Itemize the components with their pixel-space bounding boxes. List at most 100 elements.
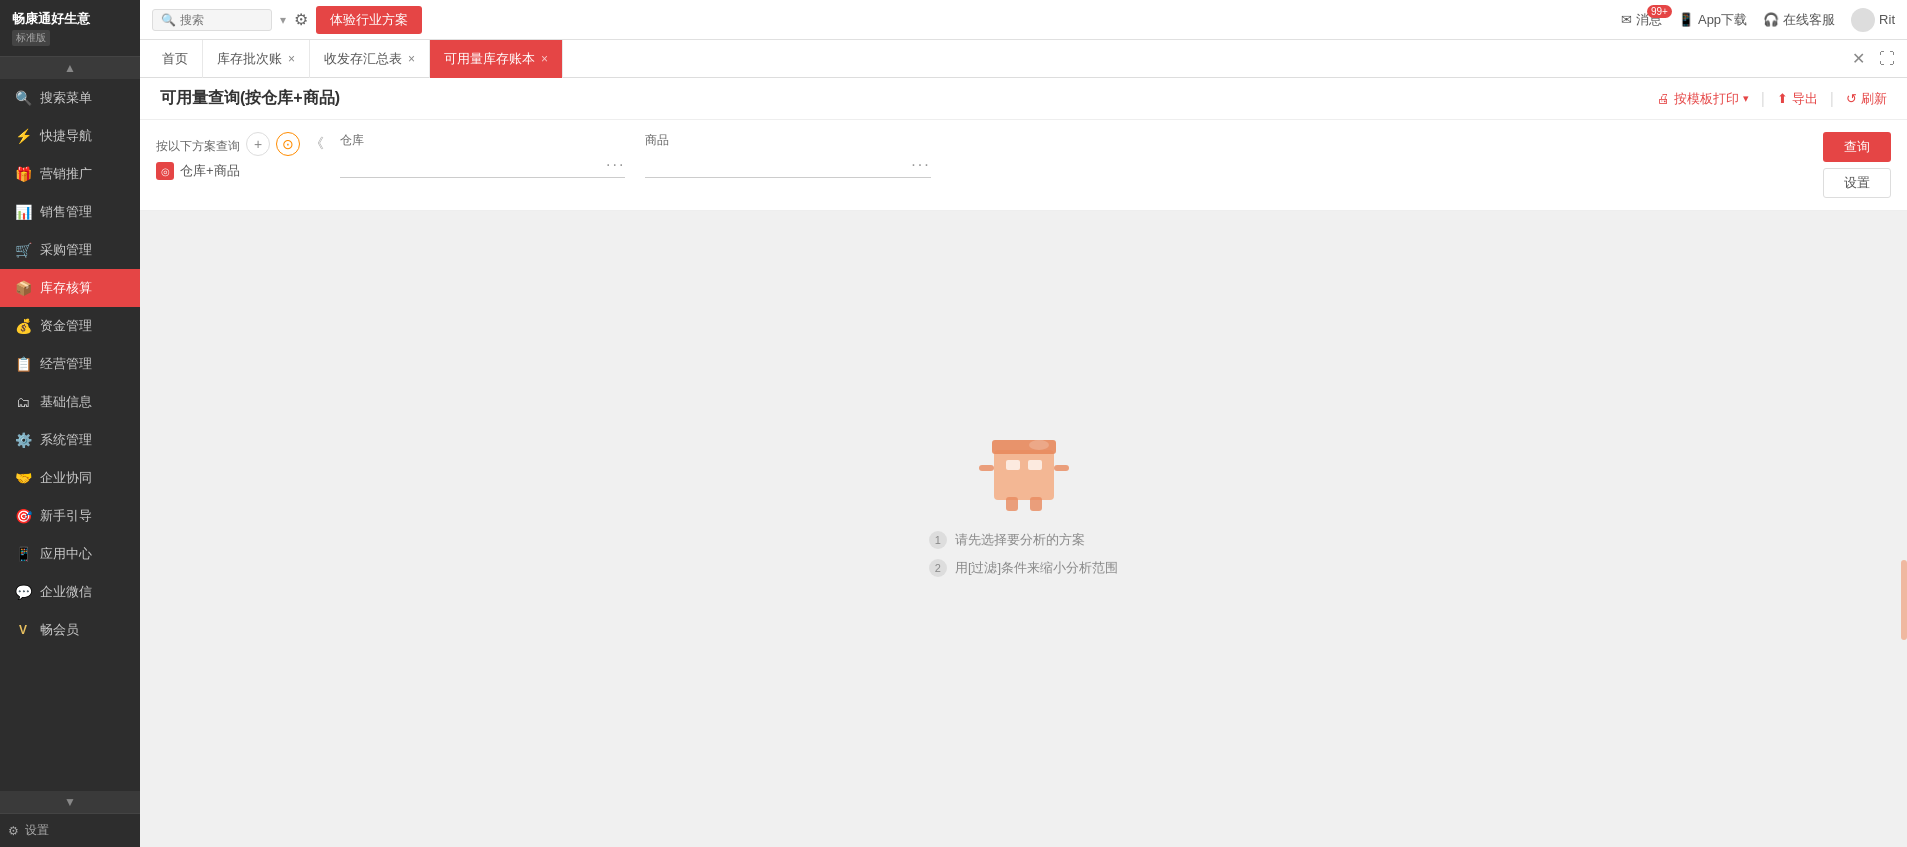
avatar	[1851, 8, 1875, 32]
add-scheme-button[interactable]: +	[246, 132, 270, 156]
sidebar-item-label: 销售管理	[40, 203, 92, 221]
sidebar-item-sales[interactable]: 📊 销售管理	[0, 193, 140, 231]
finance-icon: 💰	[14, 317, 32, 335]
sidebar-item-label: 系统管理	[40, 431, 92, 449]
sidebar-item-label: 经营管理	[40, 355, 92, 373]
tab-collect[interactable]: 收发存汇总表 ×	[310, 40, 430, 78]
sidebar-scroll-up[interactable]: ▲	[0, 57, 140, 79]
sidebar-item-label: 企业协同	[40, 469, 92, 487]
refresh-label: 刷新	[1861, 90, 1887, 108]
warehouse-field-label: 仓库	[340, 132, 625, 149]
sidebar-item-label: 新手引导	[40, 507, 92, 525]
query-button[interactable]: 查询	[1823, 132, 1891, 162]
settings-button[interactable]: 设置	[1823, 168, 1891, 198]
sidebar-item-shortcut[interactable]: ⚡ 快捷导航	[0, 117, 140, 155]
gear-icon[interactable]: ⚙	[294, 10, 308, 29]
svg-rect-2	[1006, 460, 1020, 470]
settings-icon: ⚙	[8, 824, 19, 838]
settings-scheme-button[interactable]: ⊙	[276, 132, 300, 156]
export-label: 导出	[1792, 90, 1818, 108]
sidebar-item-label: 库存核算	[40, 279, 92, 297]
basic-icon: 🗂	[14, 393, 32, 411]
tab-batch[interactable]: 库存批次账 ×	[203, 40, 310, 78]
sidebar-item-basic[interactable]: 🗂 基础信息	[0, 383, 140, 421]
page-content: 可用量查询(按仓库+商品) 🖨 按模板打印 ▾ | ⬆ 导出 | ↺ 刷新	[140, 78, 1907, 847]
tab-close-batch[interactable]: ×	[288, 52, 295, 66]
warehouse-field: 仓库 ···	[340, 132, 625, 178]
sidebar-scroll-down[interactable]: ▼	[0, 791, 140, 813]
print-chevron-icon[interactable]: ▾	[1743, 92, 1749, 105]
online-service-label: 在线客服	[1783, 11, 1835, 29]
tab-available[interactable]: 可用量库存账本 ×	[430, 40, 563, 78]
enterprise-icon: 🤝	[14, 469, 32, 487]
purchase-icon: 🛒	[14, 241, 32, 259]
scheme-list: ◎ 仓库+商品	[156, 162, 328, 180]
refresh-button[interactable]: ↺ 刷新	[1846, 90, 1887, 108]
tabs-right: ✕ ⛶	[1848, 45, 1899, 72]
product-input[interactable]	[645, 158, 905, 173]
scheme-item-warehouse-product[interactable]: ◎ 仓库+商品	[156, 162, 328, 180]
sidebar-item-member[interactable]: V 畅会员	[0, 611, 140, 649]
hint-2-text: 用[过滤]条件来缩小分析范围	[955, 559, 1118, 577]
tab-close-available[interactable]: ×	[541, 52, 548, 66]
sidebar-bottom[interactable]: ⚙ 设置	[0, 813, 140, 847]
sidebar-item-wechat[interactable]: 💬 企业微信	[0, 573, 140, 611]
sidebar-items: 🔍 搜索菜单 ⚡ 快捷导航 🎁 营销推广 📊 销售管理 🛒 采购管理 📦 库存核…	[0, 79, 140, 791]
message-button[interactable]: ✉ 消息 99+	[1621, 11, 1662, 29]
app-download-label: App下载	[1698, 11, 1747, 29]
divider2: |	[1830, 90, 1834, 108]
hint-item-2: 2 用[过滤]条件来缩小分析范围	[929, 559, 1118, 577]
step-2-circle: 2	[929, 559, 947, 577]
print-button[interactable]: 🖨 按模板打印 ▾	[1657, 90, 1749, 108]
tab-close-collect[interactable]: ×	[408, 52, 415, 66]
tabs-bar: 首页 库存批次账 × 收发存汇总表 × 可用量库存账本 × ✕ ⛶	[140, 40, 1907, 78]
trial-button[interactable]: 体验行业方案	[316, 6, 422, 34]
svg-rect-3	[1028, 460, 1042, 470]
tab-home[interactable]: 首页	[148, 40, 203, 78]
sidebar-item-operation[interactable]: 📋 经营管理	[0, 345, 140, 383]
query-actions: 查询 设置	[1823, 132, 1891, 198]
tab-available-label: 可用量库存账本	[444, 50, 535, 68]
sidebar-item-marketing[interactable]: 🎁 营销推广	[0, 155, 140, 193]
topbar-search-box[interactable]: 🔍	[152, 9, 272, 31]
sidebar-item-system[interactable]: ⚙️ 系统管理	[0, 421, 140, 459]
sidebar-logo: 畅康通好生意 标准版	[0, 0, 140, 57]
sidebar-item-label: 基础信息	[40, 393, 92, 411]
user-menu[interactable]: Rit	[1851, 8, 1895, 32]
sidebar-item-label: 畅会员	[40, 621, 79, 639]
sidebar-item-newcomer[interactable]: 🎯 新手引导	[0, 497, 140, 535]
scheme-item-label: 仓库+商品	[180, 162, 240, 180]
scheme-item-icon: ◎	[156, 162, 174, 180]
sidebar-item-inventory[interactable]: 📦 库存核算	[0, 269, 140, 307]
warehouse-input[interactable]	[340, 158, 600, 173]
product-more-icon[interactable]: ···	[911, 156, 930, 174]
sidebar-item-search[interactable]: 🔍 搜索菜单	[0, 79, 140, 117]
svg-rect-7	[1006, 497, 1018, 511]
sidebar-item-finance[interactable]: 💰 资金管理	[0, 307, 140, 345]
expand-tab-button[interactable]: ⛶	[1875, 46, 1899, 72]
empty-illustration	[974, 415, 1074, 515]
sidebar: 畅康通好生意 标准版 ▲ 🔍 搜索菜单 ⚡ 快捷导航 🎁 营销推广 📊 销售管理…	[0, 0, 140, 847]
chevron-down-icon[interactable]: ▾	[280, 13, 286, 27]
version-badge: 标准版	[12, 30, 50, 46]
right-scrollbar[interactable]	[1901, 560, 1907, 640]
message-badge: 99+	[1647, 5, 1672, 18]
search-icon: 🔍	[161, 13, 176, 27]
sidebar-item-enterprise[interactable]: 🤝 企业协同	[0, 459, 140, 497]
search-input[interactable]	[180, 13, 260, 27]
warehouse-more-icon[interactable]: ···	[606, 156, 625, 174]
sidebar-item-appstore[interactable]: 📱 应用中心	[0, 535, 140, 573]
topbar: 🔍 ▾ ⚙ 体验行业方案 ✉ 消息 99+ 📱 App下载 🎧 在线客服 Rit	[140, 0, 1907, 40]
divider: |	[1761, 90, 1765, 108]
collapse-button[interactable]: 《	[306, 133, 328, 155]
sidebar-item-purchase[interactable]: 🛒 采购管理	[0, 231, 140, 269]
online-service-button[interactable]: 🎧 在线客服	[1763, 11, 1835, 29]
app-download-button[interactable]: 📱 App下载	[1678, 11, 1747, 29]
sidebar-item-label: 快捷导航	[40, 127, 92, 145]
close-all-tabs-button[interactable]: ✕	[1848, 45, 1869, 72]
svg-rect-8	[1030, 497, 1042, 511]
export-button[interactable]: ⬆ 导出	[1777, 90, 1818, 108]
empty-state: 1 请先选择要分析的方案 2 用[过滤]条件来缩小分析范围	[140, 211, 1907, 780]
tab-batch-label: 库存批次账	[217, 50, 282, 68]
shortcut-icon: ⚡	[14, 127, 32, 145]
